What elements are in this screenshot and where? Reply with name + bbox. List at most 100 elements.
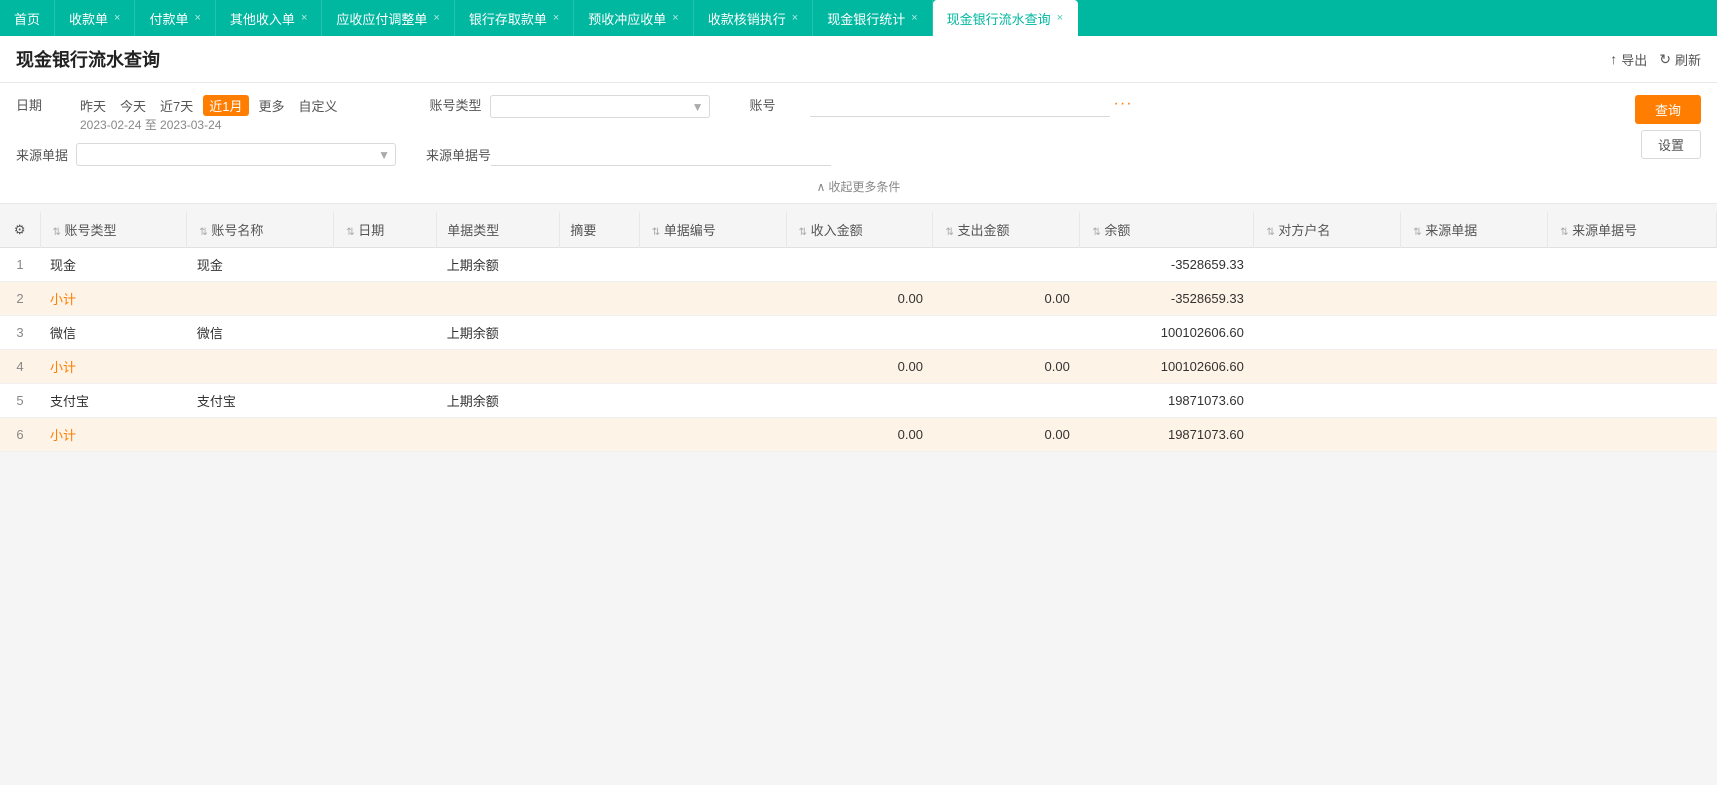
- account-type-select[interactable]: [490, 95, 710, 118]
- date-range: 2023-02-24 至 2023-03-24: [80, 116, 350, 133]
- collapse-button[interactable]: ∧ 收起更多条件: [817, 178, 901, 195]
- close-icon[interactable]: ×: [433, 12, 439, 24]
- cell-doc-type: 上期余额: [437, 384, 560, 418]
- page-header: 现金银行流水查询 ↑ 导出 ↻ 刷新: [0, 36, 1717, 83]
- top-nav: 首页 收款单 × 付款单 × 其他收入单 × 应收应付调整单 × 银行存取款单 …: [0, 0, 1717, 36]
- account-more-button[interactable]: ···: [1114, 95, 1133, 113]
- col-date[interactable]: ⇅ 日期: [334, 212, 437, 248]
- cell-date: [334, 384, 437, 418]
- nav-receipt[interactable]: 收款单 ×: [55, 0, 135, 36]
- cell-doc-type: [437, 418, 560, 452]
- close-icon[interactable]: ×: [301, 12, 307, 24]
- cell-balance: 19871073.60: [1080, 384, 1254, 418]
- data-table: ⚙ ⇅ 账号类型 ⇅ 账号名称 ⇅ 日期 单据类型 摘要: [0, 212, 1717, 452]
- col-balance[interactable]: ⇅ 余额: [1080, 212, 1254, 248]
- nav-ar-ap-adjust[interactable]: 应收应付调整单 ×: [322, 0, 454, 36]
- nav-bank-deposit[interactable]: 银行存取款单 ×: [455, 0, 574, 36]
- cell-balance: 100102606.60: [1080, 350, 1254, 384]
- source-doc-no-label: 来源单据号: [426, 145, 491, 164]
- table-row[interactable]: 1现金现金上期余额-3528659.33: [0, 248, 1717, 282]
- export-icon: ↑: [1610, 51, 1617, 67]
- col-expense[interactable]: ⇅ 支出金额: [933, 212, 1080, 248]
- source-doc-select-wrap: ▼: [76, 143, 396, 166]
- col-source-doc-no[interactable]: ⇅ 来源单据号: [1548, 212, 1717, 248]
- date-7days[interactable]: 近7天: [156, 95, 197, 116]
- cell-date: [334, 418, 437, 452]
- cell-summary: [560, 384, 639, 418]
- source-doc-no-input[interactable]: [491, 144, 831, 166]
- nav-payment[interactable]: 付款单 ×: [135, 0, 215, 36]
- col-income[interactable]: ⇅ 收入金额: [786, 212, 933, 248]
- cell-summary: [560, 316, 639, 350]
- cell-account-name: [187, 282, 334, 316]
- col-counterparty[interactable]: ⇅ 对方户名: [1254, 212, 1401, 248]
- cell-counterparty: [1254, 248, 1401, 282]
- sort-icon: ⇅: [1266, 227, 1274, 238]
- col-gear[interactable]: ⚙: [0, 212, 40, 248]
- date-yesterday[interactable]: 昨天: [76, 95, 110, 116]
- sort-icon: ⇅: [1092, 227, 1100, 238]
- settings-button[interactable]: 设置: [1641, 130, 1701, 159]
- cell-income: 0.00: [786, 282, 933, 316]
- source-doc-select[interactable]: [76, 143, 396, 166]
- sort-icon: ⇅: [53, 227, 61, 238]
- query-button[interactable]: 查询: [1635, 95, 1701, 124]
- col-account-name[interactable]: ⇅ 账号名称: [187, 212, 334, 248]
- row-number: 2: [0, 282, 40, 316]
- nav-cash-bank-flow[interactable]: 现金银行流水查询 ×: [933, 0, 1078, 36]
- cell-expense: [933, 384, 1080, 418]
- table-row[interactable]: 3微信微信上期余额100102606.60: [0, 316, 1717, 350]
- refresh-button[interactable]: ↻ 刷新: [1659, 50, 1701, 69]
- account-type-label: 账号类型: [430, 95, 490, 114]
- table-row[interactable]: 4小计0.000.00100102606.60: [0, 350, 1717, 384]
- account-label: 账号: [750, 95, 810, 114]
- close-icon[interactable]: ×: [672, 12, 678, 24]
- nav-other-income[interactable]: 其他收入单 ×: [216, 0, 322, 36]
- cell-doc-no: [639, 316, 786, 350]
- close-icon[interactable]: ×: [194, 12, 200, 24]
- close-icon[interactable]: ×: [553, 12, 559, 24]
- cell-account-name: 现金: [187, 248, 334, 282]
- cell-income: 0.00: [786, 350, 933, 384]
- date-label: 日期: [16, 95, 76, 114]
- page-title: 现金银行流水查询: [16, 46, 160, 72]
- row-number: 4: [0, 350, 40, 384]
- cell-account-type: 小计: [40, 282, 187, 316]
- nav-prepay-offset[interactable]: 预收冲应收单 ×: [574, 0, 693, 36]
- cell-income: [786, 384, 933, 418]
- table-row[interactable]: 2小计0.000.00-3528659.33: [0, 282, 1717, 316]
- col-summary: 摘要: [560, 212, 639, 248]
- cell-doc-no: [639, 418, 786, 452]
- table-header-row: ⚙ ⇅ 账号类型 ⇅ 账号名称 ⇅ 日期 单据类型 摘要: [0, 212, 1717, 248]
- close-icon[interactable]: ×: [792, 12, 798, 24]
- cell-account-type: 支付宝: [40, 384, 187, 418]
- cell-source-doc: [1401, 282, 1548, 316]
- cell-counterparty: [1254, 316, 1401, 350]
- table-row[interactable]: 5支付宝支付宝上期余额19871073.60: [0, 384, 1717, 418]
- col-doc-no[interactable]: ⇅ 单据编号: [639, 212, 786, 248]
- cell-date: [334, 316, 437, 350]
- cell-summary: [560, 248, 639, 282]
- nav-cash-bank-stat[interactable]: 现金银行统计 ×: [813, 0, 932, 36]
- close-icon[interactable]: ×: [911, 12, 917, 24]
- close-icon[interactable]: ×: [114, 12, 120, 24]
- cell-date: [334, 248, 437, 282]
- date-more[interactable]: 更多: [255, 95, 289, 116]
- sort-icon: ⇅: [199, 227, 207, 238]
- table-row[interactable]: 6小计0.000.0019871073.60: [0, 418, 1717, 452]
- date-custom[interactable]: 自定义: [295, 95, 342, 116]
- col-account-type[interactable]: ⇅ 账号类型: [40, 212, 187, 248]
- col-source-doc[interactable]: ⇅ 来源单据: [1401, 212, 1548, 248]
- account-input[interactable]: [810, 95, 1110, 117]
- date-1month[interactable]: 近1月: [203, 95, 248, 116]
- cell-account-type: 小计: [40, 418, 187, 452]
- cell-counterparty: [1254, 384, 1401, 418]
- nav-home[interactable]: 首页: [0, 0, 55, 36]
- close-icon[interactable]: ×: [1057, 12, 1063, 24]
- nav-collection-exec[interactable]: 收款核销执行 ×: [694, 0, 813, 36]
- date-today[interactable]: 今天: [116, 95, 150, 116]
- sort-icon: ⇅: [799, 227, 807, 238]
- cell-source-doc: [1401, 316, 1548, 350]
- cell-account-type: 微信: [40, 316, 187, 350]
- export-button[interactable]: ↑ 导出: [1610, 50, 1647, 69]
